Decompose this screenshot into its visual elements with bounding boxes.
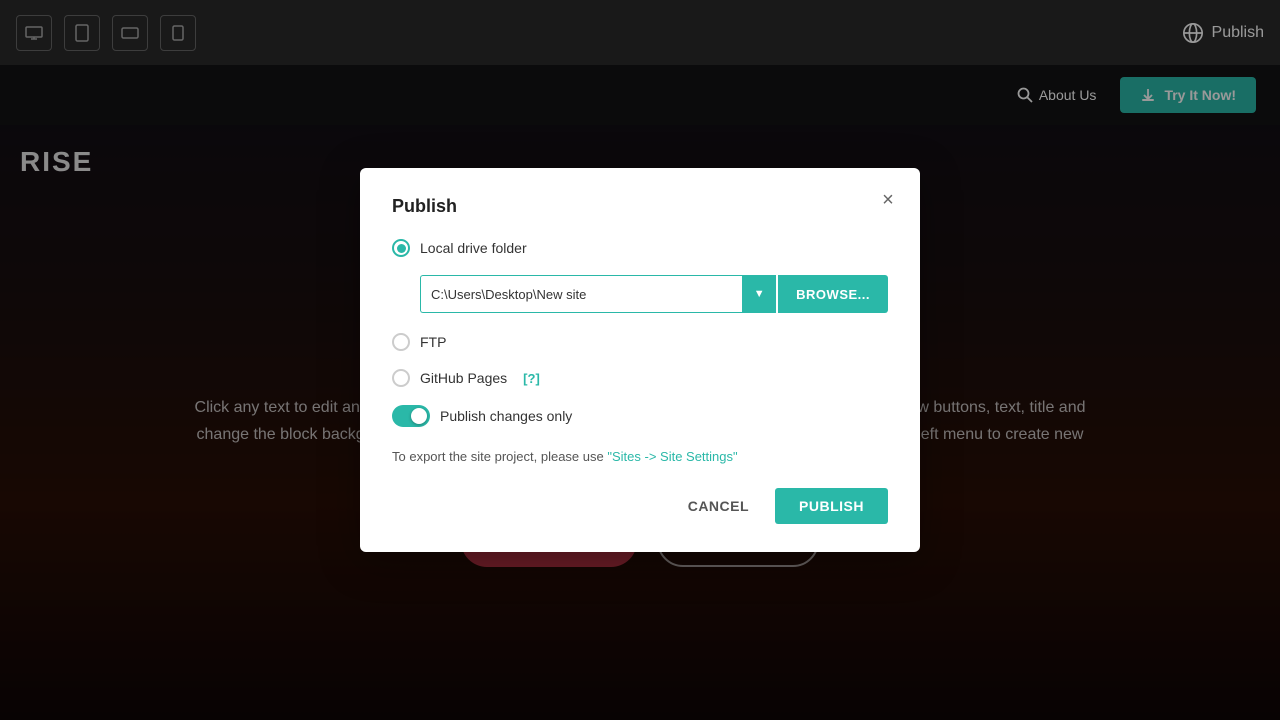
modal-overlay: Publish × Local drive folder ▼ BROWSE...… (0, 0, 1280, 720)
local-drive-radio[interactable] (392, 239, 410, 257)
ftp-option[interactable]: FTP (392, 333, 888, 351)
local-drive-label: Local drive folder (420, 240, 527, 256)
browse-button[interactable]: BROWSE... (778, 275, 888, 313)
publish-modal: Publish × Local drive folder ▼ BROWSE...… (360, 168, 920, 552)
toggle-knob (411, 408, 427, 424)
github-help-link[interactable]: [?] (523, 371, 540, 386)
github-radio[interactable] (392, 369, 410, 387)
export-settings-link[interactable]: "Sites -> Site Settings" (607, 449, 737, 464)
publish-changes-toggle[interactable] (392, 405, 430, 427)
export-note-text: To export the site project, please use (392, 449, 607, 464)
ftp-radio[interactable] (392, 333, 410, 351)
cancel-button[interactable]: CANCEL (674, 490, 763, 522)
export-note: To export the site project, please use "… (392, 449, 888, 464)
modal-title: Publish (392, 196, 888, 217)
github-pages-option[interactable]: GitHub Pages [?] (392, 369, 888, 387)
publish-changes-label: Publish changes only (440, 408, 572, 424)
publish-modal-button[interactable]: PUBLISH (775, 488, 888, 524)
modal-close-button[interactable]: × (874, 186, 902, 214)
local-drive-option[interactable]: Local drive folder (392, 239, 888, 257)
path-input-row: ▼ BROWSE... (420, 275, 888, 313)
path-input[interactable] (420, 275, 742, 313)
ftp-label: FTP (420, 334, 446, 350)
github-label: GitHub Pages (420, 370, 507, 386)
modal-footer: CANCEL PUBLISH (392, 488, 888, 524)
path-dropdown-button[interactable]: ▼ (742, 275, 776, 313)
publish-changes-toggle-row: Publish changes only (392, 405, 888, 427)
dropdown-arrow-icon: ▼ (754, 288, 765, 300)
